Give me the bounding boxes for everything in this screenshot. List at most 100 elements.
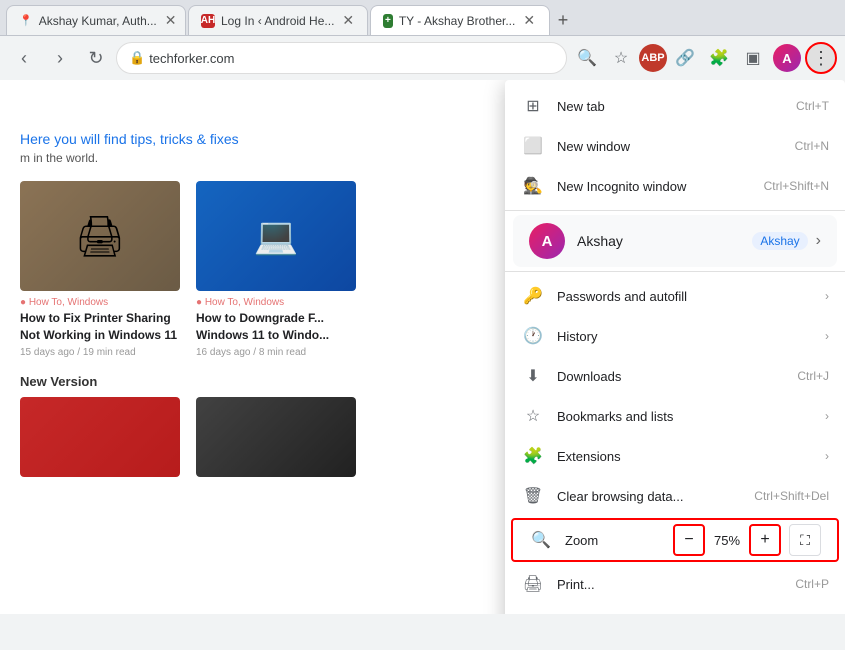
tab-close-2[interactable]: ✕ [521, 10, 537, 31]
extensions-arrow: › [825, 449, 829, 463]
google-icon: G [521, 612, 545, 614]
tab-bar: 📍 Akshay Kumar, Auth... ✕ AH Log In ‹ An… [0, 0, 845, 36]
tab-2[interactable]: + TY - Akshay Brother... ✕ [370, 5, 550, 35]
print-shortcut: Ctrl+P [795, 577, 829, 591]
card-meta-0: 15 days ago / 19 min read [20, 347, 180, 358]
zoom-minus-button[interactable]: − [673, 524, 705, 556]
extensions-label: Extensions [557, 449, 817, 464]
zoom-fullscreen-button[interactable]: ⛶ [789, 524, 821, 556]
extensions-icon: 🧩 [521, 444, 545, 468]
back-button[interactable]: ‹ [8, 42, 40, 74]
new-tab-icon: ⊞ [521, 94, 545, 118]
profile-avatar-small[interactable]: A [773, 44, 801, 72]
clear-icon: 🗑 [521, 484, 545, 508]
incognito-icon: 🕵 [521, 174, 545, 198]
search-icon-btn[interactable]: 🔍 [571, 42, 603, 74]
new-incognito-shortcut: Ctrl+Shift+N [764, 179, 829, 193]
dropdown-menu: ⊞ New tab Ctrl+T ⬜ New window Ctrl+N 🕵 N… [505, 80, 845, 614]
card-tag-1: ● How To, Windows [196, 297, 356, 308]
menu-button[interactable]: ⋮ [805, 42, 837, 74]
new-incognito-label: New Incognito window [557, 179, 764, 194]
new-window-shortcut: Ctrl+N [795, 139, 829, 153]
tab-0[interactable]: 📍 Akshay Kumar, Auth... ✕ [6, 5, 186, 35]
card-0: 🖨 ● How To, Windows How to Fix Printer S… [20, 181, 180, 358]
new-tab-shortcut: Ctrl+T [796, 99, 829, 113]
tab-label-0: Akshay Kumar, Auth... [39, 14, 157, 28]
card-img-0: 🖨 [20, 181, 180, 291]
divider-1 [505, 210, 845, 211]
profile-avatar-large: A [529, 223, 565, 259]
tab-favicon-1: AH [201, 14, 215, 28]
address-bar[interactable]: 🔒 techforker.com [116, 42, 567, 74]
tab-close-1[interactable]: ✕ [340, 10, 356, 31]
browser-chrome: 📍 Akshay Kumar, Auth... ✕ AH Log In ‹ An… [0, 0, 845, 80]
menu-new-tab[interactable]: ⊞ New tab Ctrl+T [505, 86, 845, 126]
card-tag-0: ● How To, Windows [20, 297, 180, 308]
passwords-arrow: › [825, 289, 829, 303]
print-label: Print... [557, 577, 795, 592]
zoom-icon: 🔍 [529, 528, 553, 552]
menu-passwords[interactable]: 🔑 Passwords and autofill › [505, 276, 845, 316]
tablet-icon-btn[interactable]: ▣ [737, 42, 769, 74]
zoom-controls: − 75% + ⛶ [673, 524, 821, 556]
bookmarks-icon: ☆ [521, 404, 545, 428]
profile-badge: Akshay [752, 232, 807, 250]
new-tab-label: New tab [557, 99, 796, 114]
menu-history[interactable]: 🕐 History › [505, 316, 845, 356]
menu-extensions[interactable]: 🧩 Extensions › [505, 436, 845, 476]
zoom-plus-button[interactable]: + [749, 524, 781, 556]
history-icon: 🕐 [521, 324, 545, 348]
menu-clear-browsing[interactable]: 🗑 Clear browsing data... Ctrl+Shift+Del [505, 476, 845, 516]
secure-icon: 🔒 [129, 50, 145, 66]
passwords-label: Passwords and autofill [557, 289, 817, 304]
card-title-1: How to Downgrade F... Windows 11 to Wind… [196, 310, 356, 344]
chain-icon-btn[interactable]: 🔗 [669, 42, 701, 74]
passwords-icon: 🔑 [521, 284, 545, 308]
downloads-icon: ⬇ [521, 364, 545, 388]
mini-card-1 [196, 397, 356, 477]
bookmarks-arrow: › [825, 409, 829, 423]
menu-bookmarks[interactable]: ☆ Bookmarks and lists › [505, 396, 845, 436]
menu-search-google[interactable]: G Search this page with Google... [505, 604, 845, 614]
tab-1[interactable]: AH Log In ‹ Android He... ✕ [188, 5, 368, 35]
menu-new-incognito[interactable]: 🕵 New Incognito window Ctrl+Shift+N [505, 166, 845, 206]
clear-shortcut: Ctrl+Shift+Del [754, 489, 829, 503]
toolbar-icons: 🔍 ☆ ABP 🔗 🧩 ▣ A ⋮ [571, 42, 837, 74]
profile-section[interactable]: A Akshay Akshay › [513, 215, 837, 267]
history-arrow: › [825, 329, 829, 343]
abp-button[interactable]: ABP [639, 44, 667, 72]
profile-arrow-icon: › [816, 232, 821, 250]
menu-new-window[interactable]: ⬜ New window Ctrl+N [505, 126, 845, 166]
menu-downloads[interactable]: ⬇ Downloads Ctrl+J [505, 356, 845, 396]
menu-button-wrap: ⋮ [805, 42, 837, 74]
menu-print[interactable]: 🖨 Print... Ctrl+P [505, 564, 845, 604]
tab-close-0[interactable]: ✕ [163, 10, 179, 31]
clear-label: Clear browsing data... [557, 489, 754, 504]
forward-button[interactable]: › [44, 42, 76, 74]
mini-card-0 [20, 397, 180, 477]
tab-label-1: Log In ‹ Android He... [221, 14, 334, 28]
card-meta-1: 16 days ago / 8 min read [196, 347, 356, 358]
zoom-value: 75% [709, 533, 745, 548]
zoom-section: 🔍 Zoom − 75% + ⛶ [511, 518, 839, 562]
tab-favicon-2: + [383, 14, 393, 28]
puzzle-icon-btn[interactable]: 🧩 [703, 42, 735, 74]
downloads-shortcut: Ctrl+J [797, 369, 829, 383]
new-window-icon: ⬜ [521, 134, 545, 158]
address-bar-row: ‹ › ↻ 🔒 techforker.com 🔍 ☆ ABP 🔗 🧩 ▣ A ⋮ [0, 36, 845, 80]
star-icon-btn[interactable]: ☆ [605, 42, 637, 74]
card-1: 💻 ● How To, Windows How to Downgrade F..… [196, 181, 356, 358]
new-window-label: New window [557, 139, 795, 154]
url-text: techforker.com [149, 51, 234, 66]
tab-favicon-0: 📍 [19, 14, 33, 28]
heading-highlight: Here you will find tips, tricks & fixes [20, 131, 239, 147]
main-content: Android Windows iOS Here you will find t… [0, 80, 845, 614]
zoom-label: Zoom [565, 533, 673, 548]
card-img-1: 💻 [196, 181, 356, 291]
reload-button[interactable]: ↻ [80, 42, 112, 74]
bookmarks-label: Bookmarks and lists [557, 409, 817, 424]
divider-2 [505, 271, 845, 272]
new-tab-btn[interactable]: + [556, 21, 570, 35]
profile-name: Akshay [577, 233, 752, 249]
downloads-label: Downloads [557, 369, 797, 384]
